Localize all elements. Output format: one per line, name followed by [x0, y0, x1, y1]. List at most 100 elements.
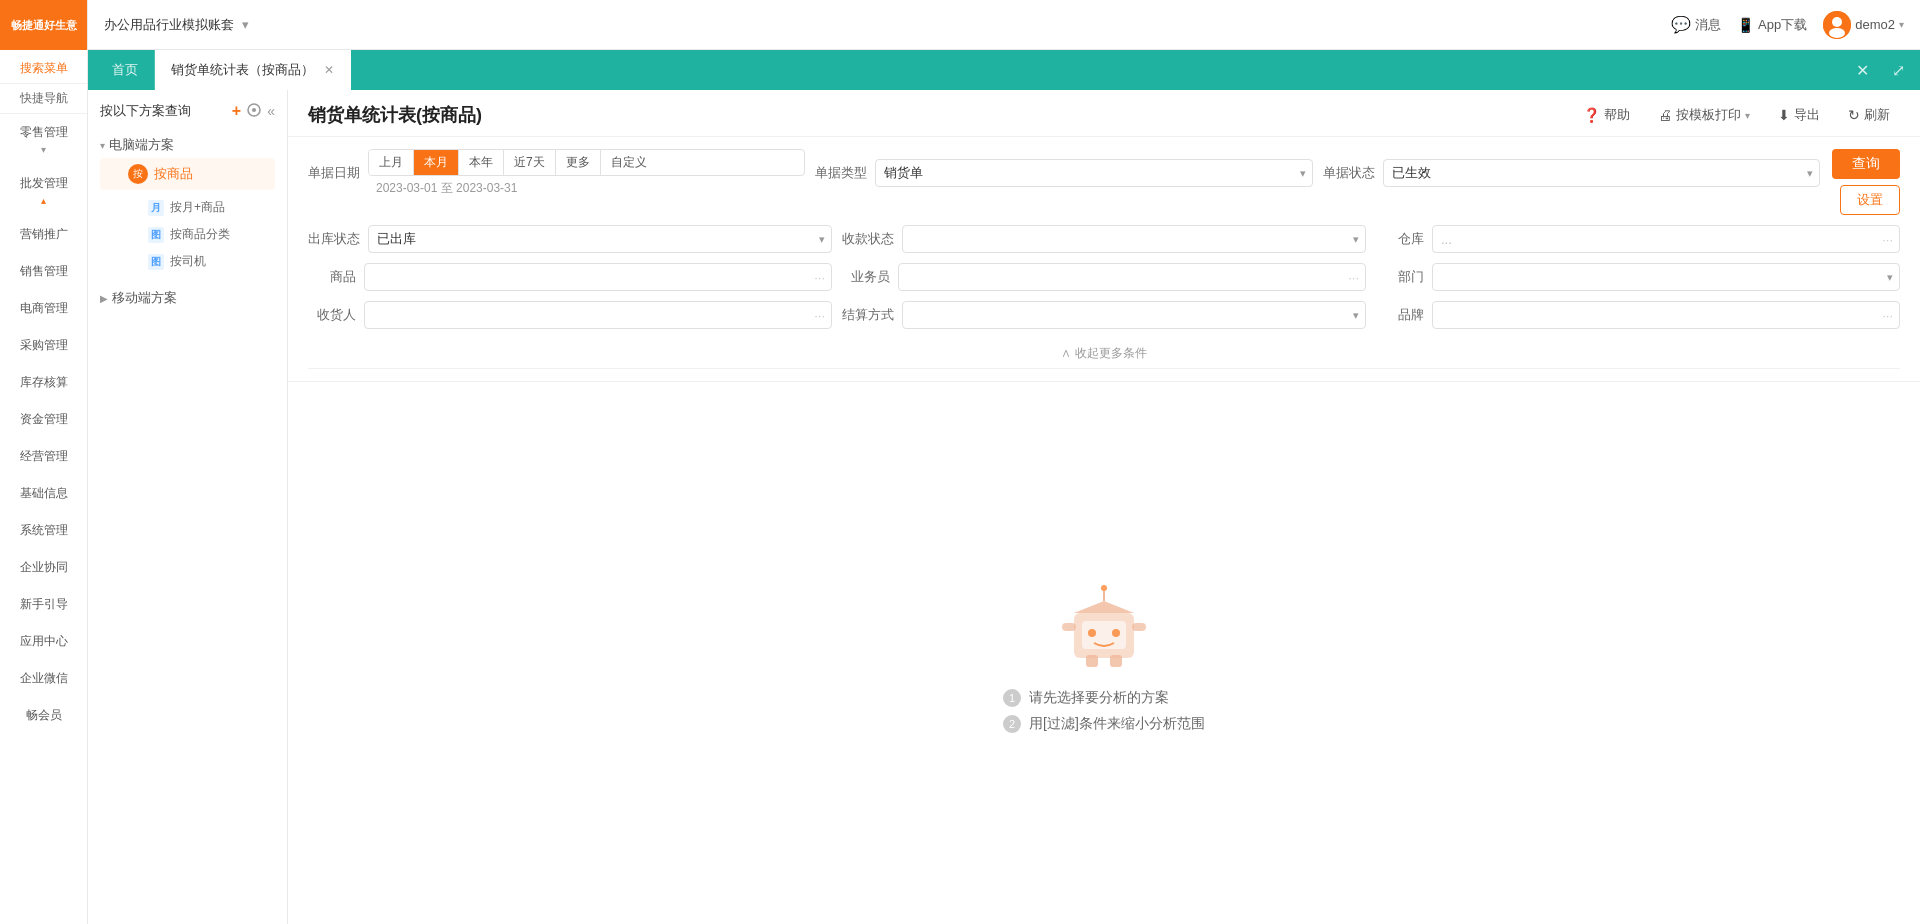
date-btn-this-year[interactable]: 本年 — [459, 150, 504, 175]
sidebar-item-member[interactable]: 畅会员 — [0, 697, 87, 734]
date-btn-this-month[interactable]: 本月 — [414, 150, 459, 175]
receiver-dots-icon: ··· — [814, 308, 825, 323]
sidebar-item-retail[interactable]: 零售管理 ▾ — [0, 114, 87, 165]
tip-text-2: 用[过滤]条件来缩小分析范围 — [1029, 715, 1205, 733]
goods-col: 商品 ··· — [308, 263, 832, 291]
sidebar-item-newbie[interactable]: 新手引导 — [0, 586, 87, 623]
date-btn-7days[interactable]: 近7天 — [504, 150, 556, 175]
mobile-scheme-header[interactable]: ▶ 移动端方案 — [88, 283, 287, 313]
sidebar-item-inventory[interactable]: 库存核算 — [0, 364, 87, 401]
dept-select[interactable]: ▾ — [1432, 263, 1900, 291]
goods-label: 商品 — [308, 268, 364, 286]
sidebar-item-purchase[interactable]: 采购管理 — [0, 327, 87, 364]
brand-input[interactable]: ··· — [1432, 301, 1900, 329]
date-btn-more[interactable]: 更多 — [556, 150, 601, 175]
payment-method-select[interactable]: ▾ — [902, 301, 1366, 329]
template-print-label: 按模板打印 — [1676, 106, 1741, 124]
sidebar-item-enterprise[interactable]: 企业协同 — [0, 549, 87, 586]
sales-label: 销售管理 — [20, 263, 68, 280]
scheme-item-month-goods[interactable]: 月 按月+商品 — [140, 194, 275, 221]
payment-method-label: 结算方式 — [842, 306, 902, 324]
app-download-btn[interactable]: 📱 App下载 — [1737, 16, 1807, 34]
sidebar-item-finance[interactable]: 资金管理 — [0, 401, 87, 438]
warehouse-input[interactable]: ... ··· — [1432, 225, 1900, 253]
tab-sales-stats[interactable]: 销货单统计表（按商品） ✕ — [155, 50, 351, 90]
svg-point-2 — [1829, 28, 1845, 38]
wholesale-label: 批发管理 — [20, 175, 68, 192]
logo-text: 畅捷通好生意 — [11, 18, 77, 32]
sidebar-item-sales[interactable]: 销售管理 — [0, 253, 87, 290]
empty-tips: 1 请先选择要分析的方案 2 用[过滤]条件来缩小分析范围 — [1003, 689, 1205, 733]
wechat-label: 企业微信 — [20, 670, 68, 687]
industry-dropdown-icon[interactable]: ▾ — [242, 17, 249, 32]
date-btn-custom[interactable]: 自定义 — [601, 150, 657, 175]
sidebar-item-basics[interactable]: 基础信息 — [0, 475, 87, 512]
query-btn[interactable]: 查询 — [1832, 149, 1900, 179]
system-label: 系统管理 — [20, 522, 68, 539]
payment-status-select[interactable]: ▾ — [902, 225, 1366, 253]
marketing-label: 营销推广 — [20, 226, 68, 243]
sidebar-item-wechat[interactable]: 企业微信 — [0, 660, 87, 697]
tab-close-icon[interactable]: ✕ — [324, 63, 334, 77]
tab-maximize-btn[interactable]: ⤢ — [1884, 56, 1912, 84]
help-btn[interactable]: ❓ 帮助 — [1573, 102, 1640, 128]
scheme-item-by-goods-label: 按商品 — [154, 165, 193, 183]
help-icon: ❓ — [1583, 107, 1600, 123]
sidebar-item-system[interactable]: 系统管理 — [0, 512, 87, 549]
tab-window-close-btn[interactable]: ✕ — [1848, 56, 1876, 84]
scheme-item-driver[interactable]: 图 按司机 — [140, 248, 275, 275]
user-menu[interactable]: demo2 ▾ — [1823, 11, 1904, 39]
sidebar-item-ecommerce[interactable]: 电商管理 — [0, 290, 87, 327]
scheme-item-by-goods[interactable]: 按 按商品 — [100, 158, 275, 190]
edit-scheme-icon[interactable] — [247, 103, 261, 120]
salesman-input[interactable]: ··· — [898, 263, 1366, 291]
date-range-text: 2023-03-01 至 2023-03-31 — [376, 180, 805, 197]
doc-type-value: 销货单 — [884, 164, 923, 182]
sidebar-item-marketing[interactable]: 营销推广 — [0, 216, 87, 253]
payment-status-col: 收款状态 ▾ — [842, 225, 1366, 253]
collapse-panel-icon[interactable]: « — [267, 103, 275, 119]
tab-sales-stats-label: 销货单统计表（按商品） — [171, 61, 314, 79]
receiver-input[interactable]: ··· — [364, 301, 832, 329]
filter-area: 单据日期 上月 本月 本年 近7天 更多 自定义 20 — [288, 137, 1920, 382]
tabbar: 首页 销货单统计表（按商品） ✕ ✕ ⤢ — [88, 50, 1920, 90]
export-icon: ⬇ — [1778, 107, 1790, 123]
goods-input[interactable]: ··· — [364, 263, 832, 291]
template-print-btn[interactable]: 🖨 按模板打印 ▾ — [1648, 102, 1760, 128]
warehouse-col: 仓库 ... ··· — [1376, 225, 1900, 253]
scheme-item-month-goods-label: 按月+商品 — [170, 199, 225, 216]
pc-scheme-header[interactable]: ▾ 电脑端方案 — [100, 132, 275, 158]
collapse-filter-bar[interactable]: ∧ 收起更多条件 — [308, 339, 1900, 369]
date-btn-last-month[interactable]: 上月 — [369, 150, 414, 175]
tab-home[interactable]: 首页 — [96, 50, 155, 90]
mobile-expand-icon: ▶ — [100, 293, 108, 304]
sidebar-item-wholesale[interactable]: 批发管理 ▴ — [0, 165, 87, 216]
doc-status-select[interactable]: 已生效 ▾ — [1383, 159, 1820, 187]
scheme-item-goods-category[interactable]: 图 按商品分类 — [140, 221, 275, 248]
export-btn[interactable]: ⬇ 导出 — [1768, 102, 1830, 128]
settings-btn[interactable]: 设置 — [1840, 185, 1900, 215]
payment-status-arrow-icon: ▾ — [1353, 233, 1359, 246]
quick-nav[interactable]: 快捷导航 — [0, 84, 87, 114]
right-panel: 销货单统计表(按商品) ❓ 帮助 🖨 按模板打印 ▾ ⬇ 导出 — [288, 90, 1920, 924]
refresh-btn[interactable]: ↻ 刷新 — [1838, 102, 1900, 128]
enterprise-label: 企业协同 — [20, 559, 68, 576]
refresh-icon: ↻ — [1848, 107, 1860, 123]
sidebar-item-operations[interactable]: 经营管理 — [0, 438, 87, 475]
out-status-arrow-icon: ▾ — [819, 233, 825, 246]
category-icon: 图 — [148, 227, 164, 243]
message-btn[interactable]: 💬 消息 — [1671, 15, 1721, 34]
warehouse-label: 仓库 — [1376, 230, 1432, 248]
content-area: 按以下方案查询 + « ▾ 电脑端方案 按 按商品 — [88, 90, 1920, 924]
out-status-select[interactable]: 已出库 ▾ — [368, 225, 832, 253]
dept-label: 部门 — [1376, 268, 1432, 286]
doc-type-select[interactable]: 销货单 ▾ — [875, 159, 1312, 187]
scheme-item-driver-label: 按司机 — [170, 253, 206, 270]
doc-status-value: 已生效 — [1392, 164, 1431, 182]
add-scheme-icon[interactable]: + — [232, 102, 241, 120]
message-icon: 💬 — [1671, 15, 1691, 34]
search-menu[interactable]: 搜索菜单 — [0, 50, 87, 84]
query-buttons: 查询 设置 — [1820, 149, 1900, 215]
sidebar-item-appstore[interactable]: 应用中心 — [0, 623, 87, 660]
out-status-col: 出库状态 已出库 ▾ — [308, 225, 832, 253]
